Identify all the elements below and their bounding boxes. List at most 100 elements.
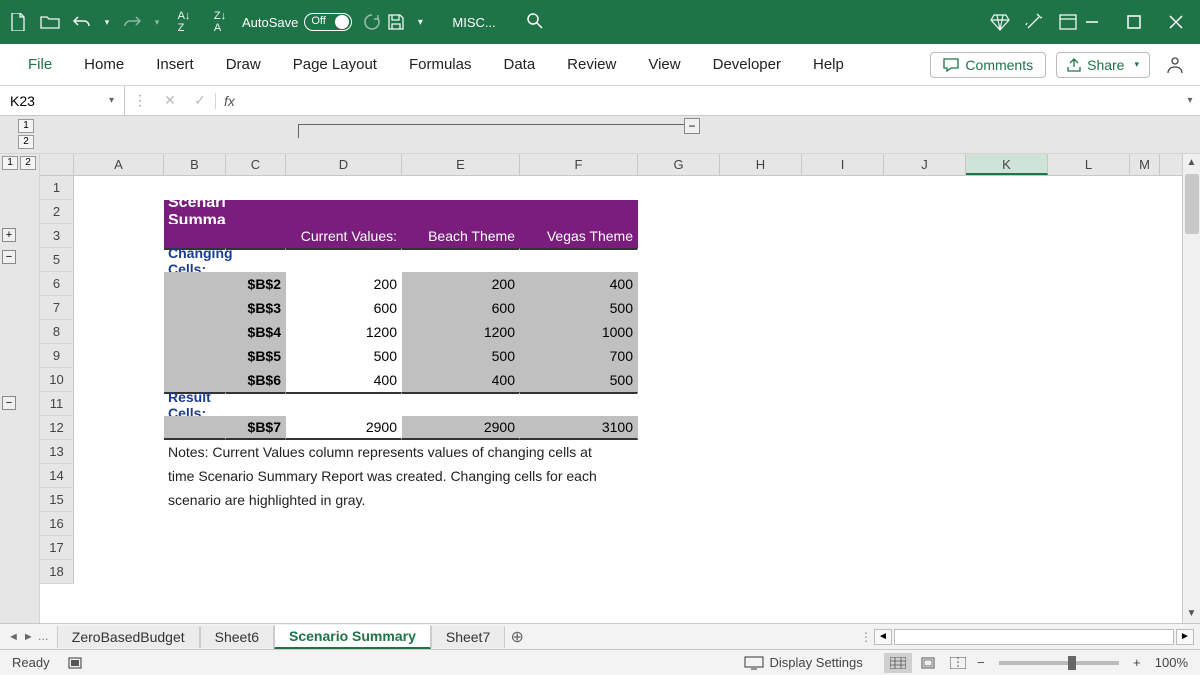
cell[interactable]	[884, 248, 966, 272]
cell[interactable]	[74, 512, 164, 536]
cell[interactable]	[1048, 560, 1130, 584]
cell[interactable]	[74, 416, 164, 440]
share-button[interactable]: Share ▾	[1056, 52, 1150, 78]
row-header[interactable]: 12	[40, 416, 74, 440]
cell[interactable]	[884, 440, 966, 464]
cell[interactable]	[966, 464, 1048, 488]
cell[interactable]	[884, 368, 966, 392]
cell[interactable]: 500	[520, 368, 638, 392]
cell[interactable]	[884, 512, 966, 536]
row-header[interactable]: 8	[40, 320, 74, 344]
cell[interactable]	[1048, 464, 1130, 488]
cell[interactable]	[884, 416, 966, 440]
tab-insert[interactable]: Insert	[140, 46, 210, 83]
ribbon-display-icon[interactable]	[1056, 10, 1080, 34]
split-drag-icon[interactable]: ⋮	[860, 630, 866, 644]
cell[interactable]	[720, 536, 802, 560]
cell[interactable]	[802, 560, 884, 584]
cell[interactable]	[164, 512, 226, 536]
row-header[interactable]: 5	[40, 248, 74, 272]
cell[interactable]	[884, 488, 966, 512]
cell[interactable]	[226, 560, 286, 584]
cell[interactable]	[802, 320, 884, 344]
cell[interactable]	[74, 200, 164, 224]
cell[interactable]	[1130, 536, 1160, 560]
cell[interactable]	[1130, 296, 1160, 320]
cell[interactable]	[1130, 320, 1160, 344]
cell[interactable]: 2900	[402, 416, 520, 440]
cell[interactable]	[74, 248, 164, 272]
scrollbar-thumb[interactable]	[1185, 174, 1199, 234]
cell[interactable]	[1130, 176, 1160, 200]
cell[interactable]	[720, 272, 802, 296]
cell[interactable]	[286, 440, 402, 464]
tab-view[interactable]: View	[632, 46, 696, 83]
col-header[interactable]: H	[720, 154, 802, 175]
cell[interactable]	[226, 248, 286, 272]
cell[interactable]	[74, 464, 164, 488]
sheet-nav-more[interactable]: …	[38, 631, 49, 643]
cell[interactable]: Notes: Current Values column represents …	[164, 440, 226, 464]
page-break-view-button[interactable]	[944, 653, 972, 673]
cell[interactable]: Beach Theme	[402, 224, 520, 248]
cell[interactable]	[638, 224, 720, 248]
cell[interactable]	[164, 560, 226, 584]
cell[interactable]	[638, 488, 720, 512]
select-all-corner[interactable]	[40, 154, 74, 175]
cell[interactable]: 400	[520, 272, 638, 296]
cell[interactable]	[884, 272, 966, 296]
cell[interactable]	[74, 536, 164, 560]
cell[interactable]	[638, 512, 720, 536]
qat-more-icon[interactable]: ▾	[408, 10, 432, 34]
cell[interactable]	[802, 200, 884, 224]
cell[interactable]	[520, 248, 638, 272]
row-header[interactable]: 16	[40, 512, 74, 536]
cell[interactable]	[966, 416, 1048, 440]
cell[interactable]	[1048, 320, 1130, 344]
cell[interactable]	[286, 512, 402, 536]
cell[interactable]: Result Cells:	[164, 392, 226, 416]
cell[interactable]: 200	[286, 272, 402, 296]
cell[interactable]	[802, 512, 884, 536]
cell[interactable]	[74, 488, 164, 512]
diamond-icon[interactable]	[988, 10, 1012, 34]
cell[interactable]	[720, 200, 802, 224]
sheet-tab[interactable]: Sheet6	[200, 626, 274, 648]
cell[interactable]	[720, 464, 802, 488]
cell[interactable]	[720, 560, 802, 584]
col-header[interactable]: J	[884, 154, 966, 175]
cell[interactable]	[226, 464, 286, 488]
cell[interactable]	[74, 392, 164, 416]
cell[interactable]	[966, 560, 1048, 584]
undo-icon[interactable]	[70, 10, 94, 34]
cell[interactable]	[884, 296, 966, 320]
cell[interactable]	[720, 248, 802, 272]
scroll-down-icon[interactable]: ▼	[1183, 605, 1200, 623]
cell[interactable]: 400	[286, 368, 402, 392]
row-header[interactable]: 14	[40, 464, 74, 488]
row-header[interactable]: 11	[40, 392, 74, 416]
cell[interactable]	[966, 320, 1048, 344]
vertical-scrollbar[interactable]: ▲ ▼	[1182, 154, 1200, 623]
cell[interactable]	[1130, 560, 1160, 584]
display-settings-label[interactable]: Display Settings	[770, 655, 863, 670]
cell[interactable]	[286, 560, 402, 584]
tab-review[interactable]: Review	[551, 46, 632, 83]
tab-file[interactable]: File	[12, 46, 68, 83]
cell[interactable]: Scenario Summary	[164, 200, 226, 224]
cell[interactable]	[1048, 248, 1130, 272]
row-header[interactable]: 2	[40, 200, 74, 224]
cell[interactable]	[520, 512, 638, 536]
row-header[interactable]: 10	[40, 368, 74, 392]
cell[interactable]	[638, 344, 720, 368]
col-header[interactable]: A	[74, 154, 164, 175]
cell[interactable]	[1130, 248, 1160, 272]
sort-az-icon[interactable]: A↓Z	[170, 10, 198, 34]
col-outline-level-1[interactable]: 1	[18, 119, 34, 133]
cell[interactable]	[74, 344, 164, 368]
cell[interactable]	[966, 296, 1048, 320]
cell[interactable]	[884, 320, 966, 344]
expand-formula-icon[interactable]: ▾	[1180, 95, 1200, 106]
wand-icon[interactable]	[1022, 10, 1046, 34]
cell[interactable]	[802, 176, 884, 200]
